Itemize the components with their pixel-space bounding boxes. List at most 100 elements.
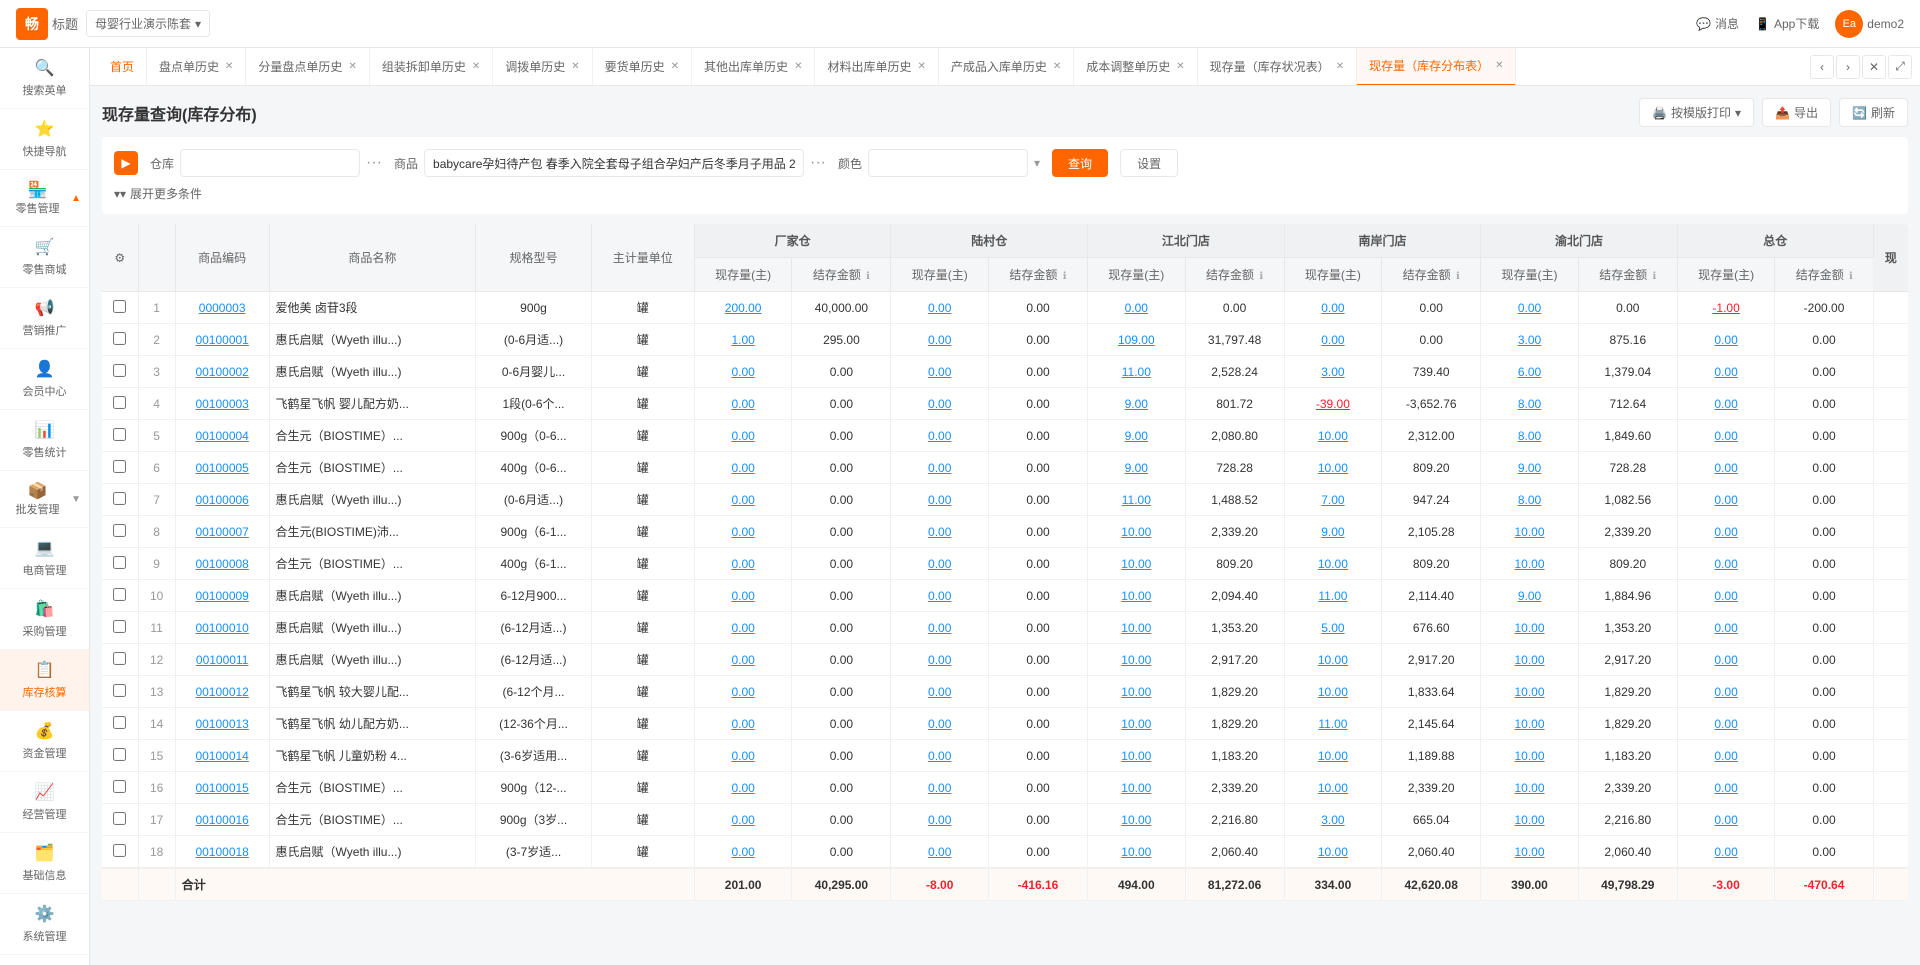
row-w2-qty[interactable]: 0.00 xyxy=(891,388,988,420)
row-checkbox[interactable] xyxy=(102,836,138,869)
store-selector[interactable]: 母婴行业演示陈套 ▾ xyxy=(86,10,210,37)
row-w5-qty[interactable]: 8.00 xyxy=(1481,388,1578,420)
row-w1-qty[interactable]: 0.00 xyxy=(694,740,791,772)
row-total-qty[interactable]: 0.00 xyxy=(1677,612,1774,644)
row-w2-qty[interactable]: 0.00 xyxy=(891,772,988,804)
row-w1-qty[interactable]: 0.00 xyxy=(694,612,791,644)
row-w2-qty[interactable]: 0.00 xyxy=(891,516,988,548)
row-w1-qty[interactable]: 0.00 xyxy=(694,804,791,836)
tab-material-outbound[interactable]: 材料出库单历史 ✕ xyxy=(815,48,938,86)
sidebar-item-base[interactable]: 🗂️ 基础信息 xyxy=(0,833,89,894)
row-w2-qty[interactable]: 0.00 xyxy=(891,548,988,580)
row-w4-qty[interactable]: 10.00 xyxy=(1284,836,1381,869)
row-w5-qty[interactable]: 9.00 xyxy=(1481,580,1578,612)
row-total-qty[interactable]: 0.00 xyxy=(1677,548,1774,580)
row-w4-qty[interactable]: 0.00 xyxy=(1284,292,1381,324)
sidebar-item-nav[interactable]: ⭐ 快捷导航 xyxy=(0,109,89,170)
row-total-qty[interactable]: 0.00 xyxy=(1677,740,1774,772)
row-w3-qty[interactable]: 10.00 xyxy=(1088,580,1185,612)
row-checkbox[interactable] xyxy=(102,420,138,452)
row-w4-qty[interactable]: 9.00 xyxy=(1284,516,1381,548)
sidebar-item-ecommerce[interactable]: 💻 电商管理 xyxy=(0,528,89,589)
dots-icon[interactable]: ··· xyxy=(366,154,382,172)
row-total-qty[interactable]: 0.00 xyxy=(1677,420,1774,452)
row-code[interactable]: 00100005 xyxy=(175,452,269,484)
row-w5-qty[interactable]: 8.00 xyxy=(1481,484,1578,516)
row-w3-qty[interactable]: 10.00 xyxy=(1088,804,1185,836)
row-total-qty[interactable]: 0.00 xyxy=(1677,772,1774,804)
sidebar-item-members[interactable]: 👤 会员中心 xyxy=(0,349,89,410)
query-button[interactable]: 查询 xyxy=(1052,149,1108,177)
close-icon[interactable]: ✕ xyxy=(917,61,925,72)
row-w3-qty[interactable]: 10.00 xyxy=(1088,644,1185,676)
row-w5-qty[interactable]: 9.00 xyxy=(1481,452,1578,484)
row-checkbox[interactable] xyxy=(102,612,138,644)
close-icon[interactable]: ✕ xyxy=(1176,61,1184,72)
row-checkbox[interactable] xyxy=(102,388,138,420)
row-code[interactable]: 00100014 xyxy=(175,740,269,772)
row-code[interactable]: 00100006 xyxy=(175,484,269,516)
prev-arrow[interactable]: ‹ xyxy=(1810,55,1834,79)
tab-home[interactable]: 首页 xyxy=(98,48,147,86)
sidebar-item-search[interactable]: 🔍 搜索英单 xyxy=(0,48,89,109)
row-w4-qty[interactable]: 11.00 xyxy=(1284,580,1381,612)
goods-input[interactable] xyxy=(424,149,804,177)
row-w3-qty[interactable]: 0.00 xyxy=(1088,292,1185,324)
row-code[interactable]: 00100001 xyxy=(175,324,269,356)
row-w4-qty[interactable]: 10.00 xyxy=(1284,740,1381,772)
close-icon[interactable]: ✕ xyxy=(348,61,356,72)
row-w2-qty[interactable]: 0.00 xyxy=(891,420,988,452)
row-w3-qty[interactable]: 10.00 xyxy=(1088,772,1185,804)
tab-inventory-status[interactable]: 现存量（库存状况表） ✕ xyxy=(1198,48,1357,86)
row-w3-qty[interactable]: 10.00 xyxy=(1088,836,1185,869)
row-total-qty[interactable]: 0.00 xyxy=(1677,388,1774,420)
row-w3-qty[interactable]: 11.00 xyxy=(1088,356,1185,388)
row-w1-qty[interactable]: 0.00 xyxy=(694,548,791,580)
tab-adjustment[interactable]: 调拨单历史 ✕ xyxy=(493,48,592,86)
info-icon[interactable]: ℹ xyxy=(1456,271,1460,282)
tab-requisition[interactable]: 要货单历史 ✕ xyxy=(593,48,692,86)
close-icon[interactable]: ✕ xyxy=(794,61,802,72)
tab-stocktake[interactable]: 盘点单历史 ✕ xyxy=(147,48,246,86)
row-w5-qty[interactable]: 0.00 xyxy=(1481,292,1578,324)
row-w1-qty[interactable]: 0.00 xyxy=(694,580,791,612)
row-w5-qty[interactable]: 10.00 xyxy=(1481,836,1578,869)
row-w5-qty[interactable]: 8.00 xyxy=(1481,420,1578,452)
sidebar-item-wholesale[interactable]: 📦 批发管理 ▼ xyxy=(0,471,89,528)
row-code[interactable]: 0000003 xyxy=(175,292,269,324)
row-code[interactable]: 00100003 xyxy=(175,388,269,420)
row-code[interactable]: 00100010 xyxy=(175,612,269,644)
row-w1-qty[interactable]: 0.00 xyxy=(694,772,791,804)
row-total-qty[interactable]: 0.00 xyxy=(1677,324,1774,356)
row-w4-qty[interactable]: 3.00 xyxy=(1284,804,1381,836)
tab-assembly[interactable]: 组装拆卸单历史 ✕ xyxy=(370,48,493,86)
sidebar-item-finance[interactable]: 💰 资金管理 xyxy=(0,711,89,772)
row-w4-qty[interactable]: 7.00 xyxy=(1284,484,1381,516)
row-checkbox[interactable] xyxy=(102,452,138,484)
row-checkbox[interactable] xyxy=(102,708,138,740)
row-w2-qty[interactable]: 0.00 xyxy=(891,580,988,612)
sidebar-item-ops[interactable]: 📈 经营管理 xyxy=(0,772,89,833)
info-icon[interactable]: ℹ xyxy=(866,271,870,282)
row-code[interactable]: 00100004 xyxy=(175,420,269,452)
sidebar-item-retail-shop[interactable]: 🛒 零售商城 xyxy=(0,227,89,288)
row-w2-qty[interactable]: 0.00 xyxy=(891,452,988,484)
row-w1-qty[interactable]: 0.00 xyxy=(694,388,791,420)
row-w2-qty[interactable]: 0.00 xyxy=(891,612,988,644)
row-w2-qty[interactable]: 0.00 xyxy=(891,484,988,516)
row-checkbox[interactable] xyxy=(102,548,138,580)
row-w1-qty[interactable]: 200.00 xyxy=(694,292,791,324)
row-w4-qty[interactable]: 3.00 xyxy=(1284,356,1381,388)
row-w3-qty[interactable]: 10.00 xyxy=(1088,740,1185,772)
row-total-qty[interactable]: 0.00 xyxy=(1677,644,1774,676)
settings-button[interactable]: 设置 xyxy=(1120,149,1178,177)
print-button[interactable]: 🖨️ 按模版打印 ▾ xyxy=(1639,98,1754,127)
row-w5-qty[interactable]: 10.00 xyxy=(1481,740,1578,772)
row-total-qty[interactable]: 0.00 xyxy=(1677,516,1774,548)
row-code[interactable]: 00100007 xyxy=(175,516,269,548)
row-w5-qty[interactable]: 10.00 xyxy=(1481,516,1578,548)
row-checkbox[interactable] xyxy=(102,804,138,836)
row-checkbox[interactable] xyxy=(102,356,138,388)
row-w2-qty[interactable]: 0.00 xyxy=(891,740,988,772)
row-w1-qty[interactable]: 0.00 xyxy=(694,836,791,869)
